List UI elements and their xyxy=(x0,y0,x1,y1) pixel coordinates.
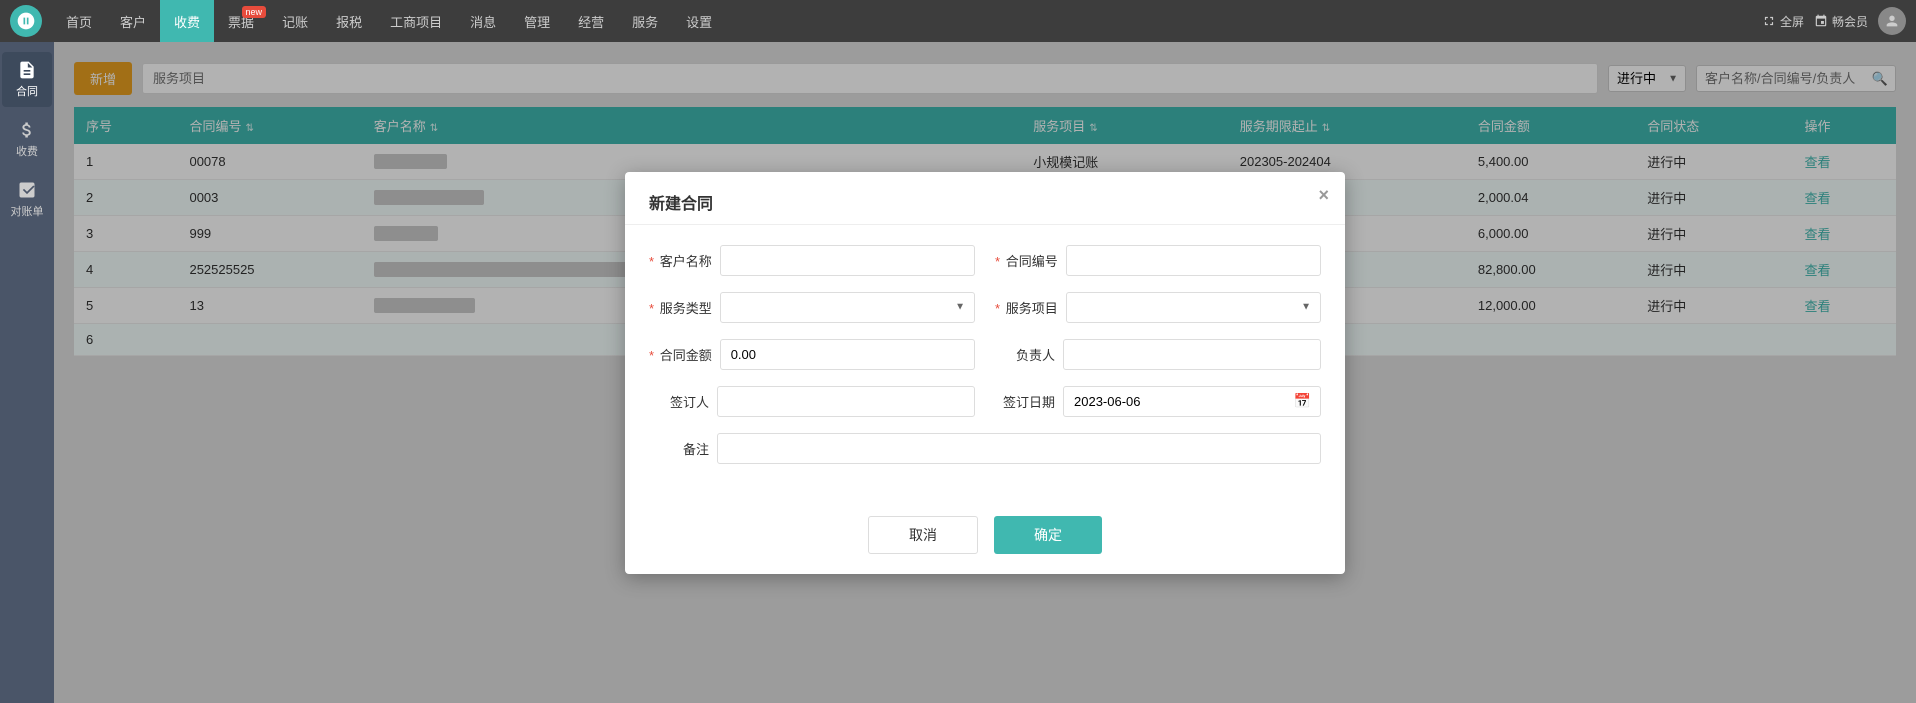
form-row-1: * 客户名称 * 合同编号 xyxy=(649,245,1321,276)
app-logo[interactable] xyxy=(10,5,42,37)
nav-settings[interactable]: 设置 xyxy=(672,0,726,42)
input-responsible-person[interactable] xyxy=(1063,339,1321,370)
modal-overlay[interactable]: 新建合同 × * 客户名称 xyxy=(54,42,1916,703)
form-row-3: * 合同金额 负责人 xyxy=(649,339,1321,370)
field-sign-date: 签订日期 📅 xyxy=(995,386,1321,417)
nav-fee[interactable]: 收费 xyxy=(160,0,214,42)
sidebar-item-contract[interactable]: 合同 xyxy=(2,52,52,107)
input-customer-name[interactable] xyxy=(720,245,975,276)
nav-tax[interactable]: 报税 xyxy=(322,0,376,42)
field-customer-name: * 客户名称 xyxy=(649,245,975,276)
statement-icon xyxy=(17,180,37,200)
required-star-4: * xyxy=(995,301,1000,316)
label-remarks: 备注 xyxy=(649,439,709,458)
label-signer: 签订人 xyxy=(649,392,709,411)
contract-icon xyxy=(17,60,37,80)
new-badge: new xyxy=(242,6,267,18)
field-remarks: 备注 xyxy=(649,433,1321,464)
field-contract-amount: * 合同金额 xyxy=(649,339,975,370)
select-service-item[interactable] xyxy=(1066,292,1321,323)
service-item-select-wrapper xyxy=(1066,292,1321,323)
date-input-wrapper: 📅 xyxy=(1063,386,1321,417)
member-button[interactable]: 畅会员 xyxy=(1814,13,1868,30)
required-star-3: * xyxy=(649,301,654,316)
field-service-item: * 服务项目 xyxy=(995,292,1321,323)
input-contract-no[interactable] xyxy=(1066,245,1321,276)
label-responsible-person: 负责人 xyxy=(995,345,1055,364)
avatar[interactable] xyxy=(1878,7,1906,35)
confirm-button[interactable]: 确定 xyxy=(994,516,1102,554)
form-row-4: 签订人 签订日期 📅 xyxy=(649,386,1321,417)
nav-operation[interactable]: 经营 xyxy=(564,0,618,42)
label-service-item: * 服务项目 xyxy=(995,298,1058,317)
nav-manage[interactable]: 管理 xyxy=(510,0,564,42)
input-remarks[interactable] xyxy=(717,433,1321,464)
nav-bookkeeping[interactable]: 记账 xyxy=(268,0,322,42)
sidebar-label-fee: 收费 xyxy=(16,143,38,159)
input-sign-date[interactable] xyxy=(1063,386,1321,417)
label-service-type: * 服务类型 xyxy=(649,298,712,317)
required-star: * xyxy=(649,254,654,269)
sidebar-label-statement: 对账单 xyxy=(11,203,44,219)
label-contract-amount: * 合同金额 xyxy=(649,345,712,364)
modal-footer: 取消 确定 xyxy=(625,500,1345,574)
input-contract-amount[interactable] xyxy=(720,339,975,370)
top-navigation: 首页 客户 收费 票据 new 记账 报税 工商项目 消息 管理 经营 服务 设… xyxy=(0,0,1916,42)
nav-home[interactable]: 首页 xyxy=(52,0,106,42)
select-service-type[interactable] xyxy=(720,292,975,323)
modal-close-button[interactable]: × xyxy=(1318,186,1329,204)
fullscreen-button[interactable]: 全屏 xyxy=(1762,13,1804,30)
main-layout: 合同 收费 对账单 新增 进行中 已完成 已终止 xyxy=(0,42,1916,703)
nav-bill[interactable]: 票据 new xyxy=(214,0,268,42)
nav-service[interactable]: 服务 xyxy=(618,0,672,42)
sidebar-item-statement[interactable]: 对账单 xyxy=(2,172,52,227)
sidebar-label-contract: 合同 xyxy=(16,83,38,99)
input-signer[interactable] xyxy=(717,386,975,417)
label-sign-date: 签订日期 xyxy=(995,392,1055,411)
sidebar-item-fee[interactable]: 收费 xyxy=(2,112,52,167)
new-contract-modal: 新建合同 × * 客户名称 xyxy=(625,172,1345,574)
modal-header: 新建合同 × xyxy=(625,172,1345,225)
form-row-2: * 服务类型 * 服务项目 xyxy=(649,292,1321,323)
content-area: 新增 进行中 已完成 已终止 🔍 序号 合同编号⇅ 客户名称⇅ xyxy=(54,42,1916,703)
fee-icon xyxy=(17,120,37,140)
required-star-5: * xyxy=(649,348,654,363)
label-customer-name: * 客户名称 xyxy=(649,251,712,270)
field-signer: 签订人 xyxy=(649,386,975,417)
nav-business[interactable]: 工商项目 xyxy=(376,0,456,42)
field-service-type: * 服务类型 xyxy=(649,292,975,323)
calendar-icon[interactable]: 📅 xyxy=(1294,393,1311,410)
modal-body: * 客户名称 * 合同编号 xyxy=(625,225,1345,500)
nav-customer[interactable]: 客户 xyxy=(106,0,160,42)
sidebar: 合同 收费 对账单 xyxy=(0,42,54,703)
field-contract-no: * 合同编号 xyxy=(995,245,1321,276)
label-contract-no: * 合同编号 xyxy=(995,251,1058,270)
required-star-2: * xyxy=(995,254,1000,269)
field-responsible-person: 负责人 xyxy=(995,339,1321,370)
nav-items: 首页 客户 收费 票据 new 记账 报税 工商项目 消息 管理 经营 服务 设… xyxy=(52,0,1762,42)
service-type-select-wrapper xyxy=(720,292,975,323)
cancel-button[interactable]: 取消 xyxy=(868,516,978,554)
form-row-5: 备注 xyxy=(649,433,1321,464)
nav-message[interactable]: 消息 xyxy=(456,0,510,42)
nav-right: 全屏 畅会员 xyxy=(1762,7,1906,35)
